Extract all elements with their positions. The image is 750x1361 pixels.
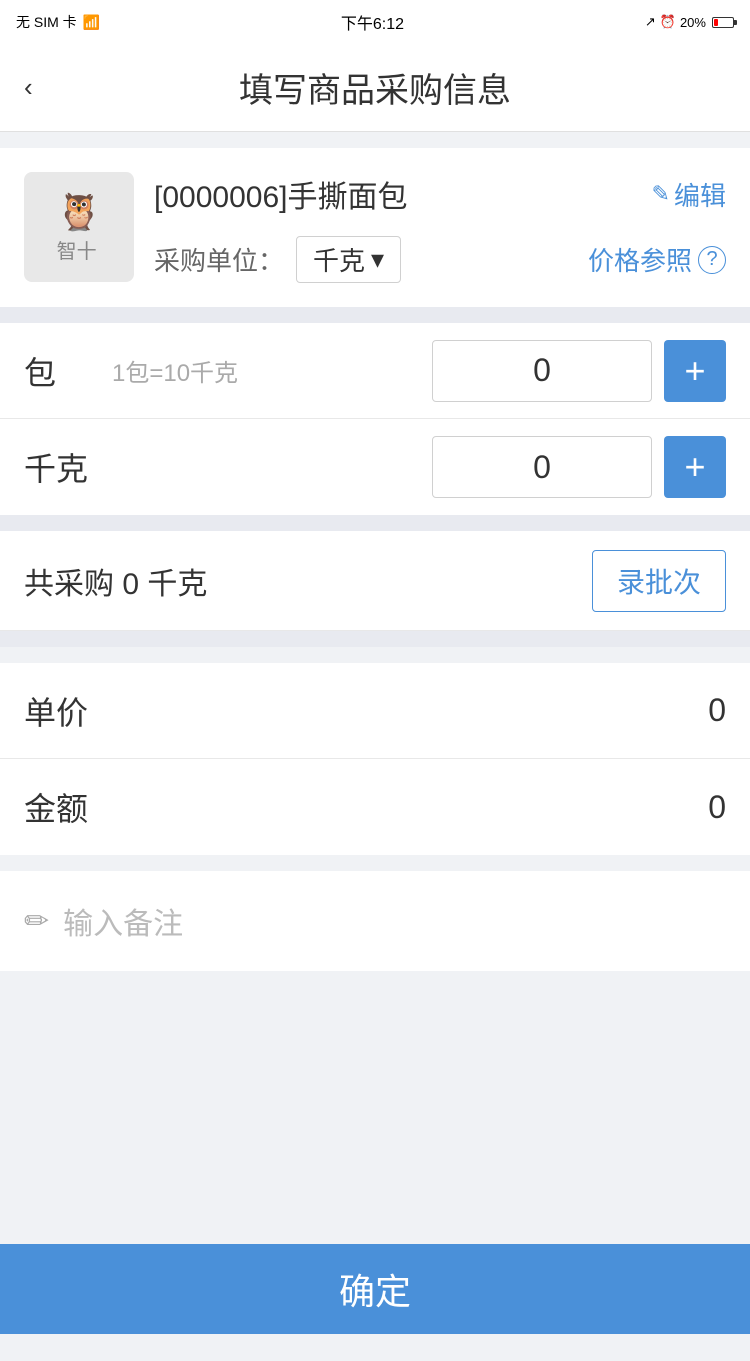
pencil-icon: ✏ xyxy=(24,904,49,939)
bao-input-row: 包 1包=10千克 + xyxy=(0,323,750,419)
edit-icon: ✎ xyxy=(652,181,670,207)
amount-row: 金额 0 xyxy=(0,759,750,855)
alarm-icon: ⏰ xyxy=(660,14,676,30)
nav-bar: ‹ 填写商品采购信息 xyxy=(0,44,750,132)
product-name-row: [0000006]手撕面包 ✎ 编辑 xyxy=(154,172,726,216)
unit-price-row: 单价 0 xyxy=(0,663,750,759)
purchase-unit-label: 采购单位： xyxy=(154,241,284,278)
wifi-icon: 📶 xyxy=(83,14,100,31)
status-bar: 无 SIM 卡 📶 下午6:12 ↗ ⏰ 20% xyxy=(0,0,750,44)
price-section: 单价 0 金额 0 xyxy=(0,663,750,855)
bao-plus-button[interactable]: + xyxy=(664,340,726,402)
product-name: [0000006]手撕面包 xyxy=(154,172,407,216)
product-details: [0000006]手撕面包 ✎ 编辑 采购单位： 千克 ▾ 价格参照 ? xyxy=(154,172,726,283)
battery-label: 20% xyxy=(680,15,706,30)
bao-label: 包 xyxy=(24,348,104,394)
amount-value: 0 xyxy=(708,789,726,826)
bao-sublabel: 1包=10千克 xyxy=(112,353,238,388)
input-section: 包 1包=10千克 + 千克 + xyxy=(0,323,750,515)
back-button[interactable]: ‹ xyxy=(24,72,33,103)
edit-button[interactable]: ✎ 编辑 xyxy=(652,176,726,213)
unit-price-label: 单价 xyxy=(24,688,88,734)
amount-label: 金额 xyxy=(24,784,88,830)
status-right: ↗ ⏰ 20% xyxy=(645,14,734,30)
bao-input[interactable] xyxy=(432,340,652,402)
kg-plus-button[interactable]: + xyxy=(664,436,726,498)
product-owl-icon: 🦉 xyxy=(57,191,102,233)
section-divider-2 xyxy=(0,515,750,531)
unit-price-value: 0 xyxy=(708,692,726,729)
remark-placeholder: 输入备注 xyxy=(63,899,183,943)
location-icon: ↗ xyxy=(645,14,656,30)
purchase-unit-row: 采购单位： 千克 ▾ 价格参照 ? xyxy=(154,236,726,283)
empty-space xyxy=(0,971,750,1271)
status-time: 下午6:12 xyxy=(341,10,404,34)
product-image: 🦉 智十 xyxy=(24,172,134,282)
unit-select[interactable]: 千克 ▾ xyxy=(296,236,401,283)
kg-label: 千克 xyxy=(24,444,104,490)
kg-input[interactable] xyxy=(432,436,652,498)
price-ref-button[interactable]: 价格参照 ? xyxy=(588,241,726,278)
sim-label: 无 SIM 卡 xyxy=(16,12,77,32)
section-divider-3 xyxy=(0,631,750,647)
total-section: 共采购 0 千克 录批次 xyxy=(0,515,750,631)
battery-icon xyxy=(712,17,734,28)
product-brand-label: 智十 xyxy=(57,235,102,264)
product-section: 🦉 智十 [0000006]手撕面包 ✎ 编辑 采购单位： 千克 ▾ xyxy=(0,148,750,307)
question-icon: ? xyxy=(698,246,726,274)
section-divider-1 xyxy=(0,307,750,323)
total-row: 共采购 0 千克 录批次 xyxy=(0,531,750,631)
kg-input-row: 千克 + xyxy=(0,419,750,515)
confirm-button[interactable]: 确定 xyxy=(0,1244,750,1334)
batch-button[interactable]: 录批次 xyxy=(592,550,726,612)
status-left: 无 SIM 卡 📶 xyxy=(16,12,100,32)
chevron-down-icon: ▾ xyxy=(371,244,384,275)
page-title: 填写商品采购信息 xyxy=(239,63,511,112)
remark-section[interactable]: ✏ 输入备注 xyxy=(0,871,750,971)
total-text: 共采购 0 千克 xyxy=(24,559,207,603)
